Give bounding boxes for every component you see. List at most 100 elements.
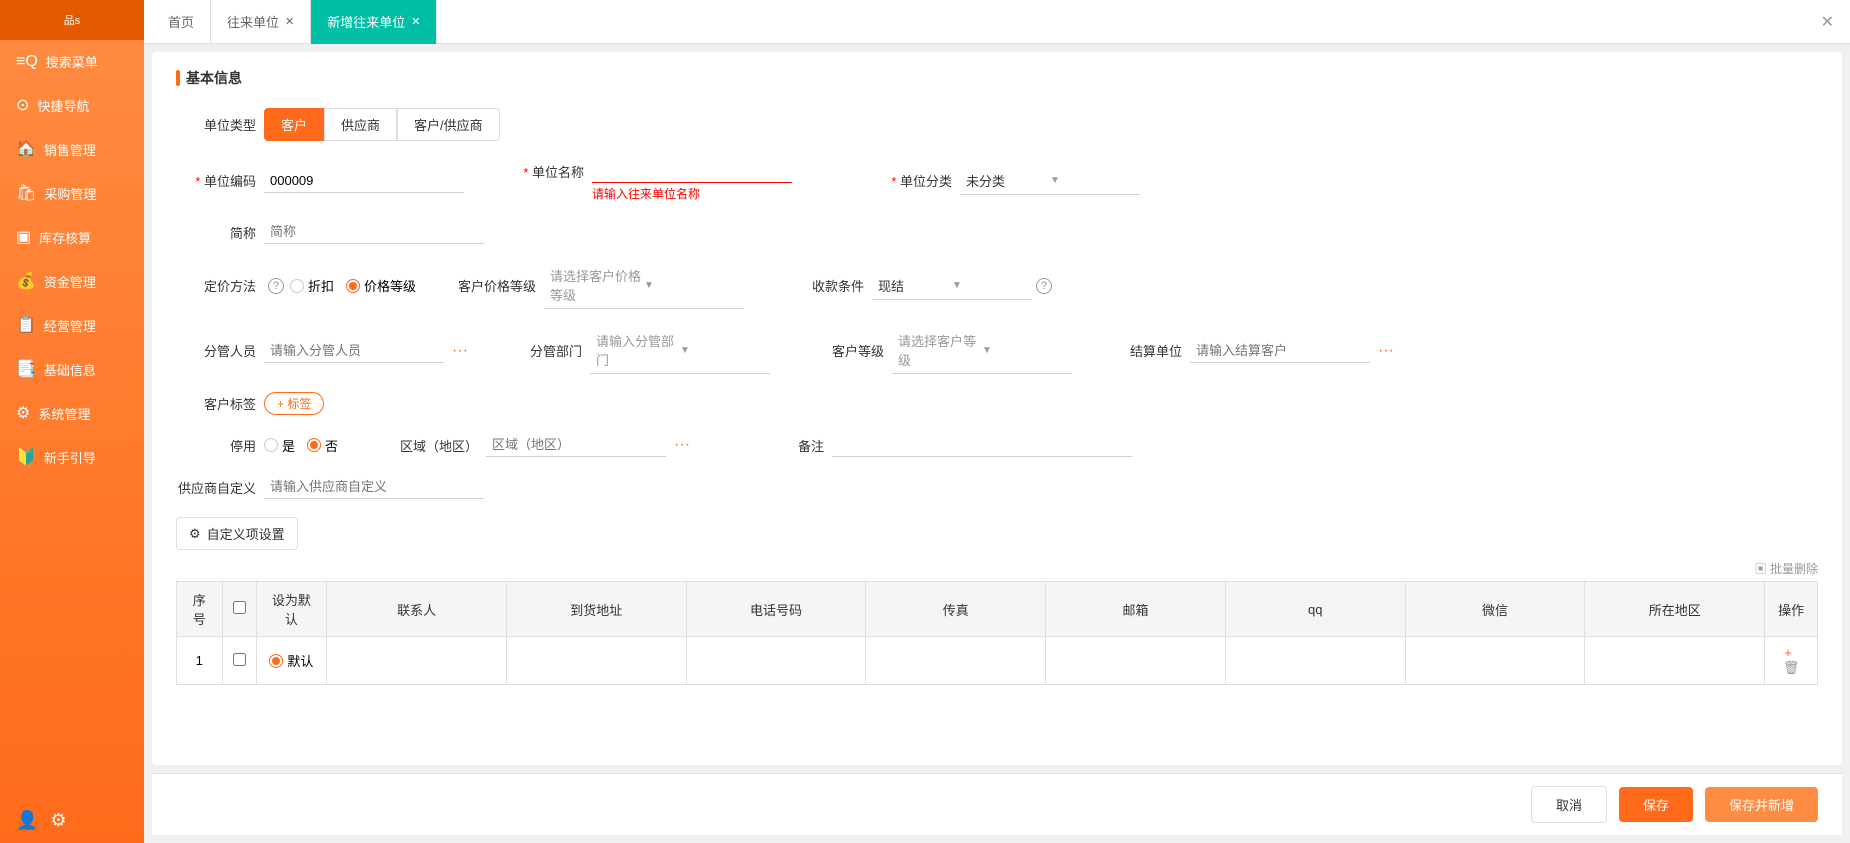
pricing-discount-radio[interactable] bbox=[290, 279, 304, 293]
pricing-level-option[interactable]: 价格等级 bbox=[346, 276, 416, 295]
row-region-input[interactable] bbox=[1595, 653, 1754, 668]
pricing-help-icon[interactable]: ? bbox=[268, 278, 284, 294]
row-qq[interactable] bbox=[1225, 637, 1405, 685]
sidebar-item-purchase[interactable]: 🛍 采购管理 bbox=[0, 171, 144, 215]
sidebar-settings-icon[interactable]: ⚙ bbox=[50, 810, 66, 831]
tab-new-trade-unit-close[interactable]: ✕ bbox=[411, 15, 420, 28]
col-contact: 联系人 bbox=[327, 582, 507, 637]
batch-delete-label[interactable]: 批量删除 bbox=[1770, 562, 1818, 576]
default-radio[interactable] bbox=[269, 654, 283, 668]
payment-terms-value: 现结 bbox=[878, 276, 952, 295]
section-basic-info: 基本信息 bbox=[176, 68, 1818, 88]
region-more-btn[interactable]: ··· bbox=[670, 436, 694, 454]
customer-price-level-select[interactable]: 请选择客户价格等级 ▼ bbox=[544, 262, 744, 309]
table-row: 1 默认 bbox=[177, 637, 1818, 685]
sidebar-logo: 品s bbox=[0, 0, 144, 40]
row-address[interactable] bbox=[506, 637, 686, 685]
unit-type-row: 单位类型 客户 供应商 客户/供应商 bbox=[176, 108, 1818, 141]
tab-new-trade-unit[interactable]: 新增往来单位 ✕ bbox=[311, 0, 437, 44]
email-input[interactable] bbox=[1056, 653, 1215, 668]
unit-category-label: 单位分类 bbox=[872, 171, 952, 190]
row-add-icon[interactable]: + bbox=[1784, 645, 1792, 660]
select-all-checkbox[interactable] bbox=[233, 601, 246, 614]
add-tag-button[interactable]: + 标签 bbox=[264, 392, 324, 415]
row-email[interactable] bbox=[1046, 637, 1226, 685]
qq-input[interactable] bbox=[1236, 653, 1395, 668]
section-title-text: 基本信息 bbox=[186, 68, 242, 88]
customer-price-level-label: 客户价格等级 bbox=[456, 276, 536, 295]
contact-input[interactable] bbox=[337, 653, 496, 668]
col-wechat: 微信 bbox=[1405, 582, 1585, 637]
unit-name-input[interactable] bbox=[592, 159, 792, 183]
row-checkbox[interactable] bbox=[233, 653, 246, 666]
unit-category-select[interactable]: 未分类 ▼ bbox=[960, 167, 1140, 195]
manager-more-btn[interactable]: ··· bbox=[448, 342, 472, 360]
tab-trade-units-close[interactable]: ✕ bbox=[285, 15, 294, 28]
col-qq: qq bbox=[1225, 582, 1405, 637]
sidebar-item-base-info[interactable]: 📑 基础信息 bbox=[0, 347, 144, 391]
sidebar-item-search[interactable]: ≡Q 搜索菜单 bbox=[0, 40, 144, 83]
save-new-button[interactable]: 保存并新增 bbox=[1705, 787, 1818, 822]
row-wechat[interactable] bbox=[1405, 637, 1585, 685]
region-input[interactable] bbox=[486, 433, 666, 457]
fax-input[interactable] bbox=[876, 653, 1035, 668]
main-area: 首页 往来单位 ✕ 新增往来单位 ✕ ✕ 基本信息 单位类型 客户 供应商 客户… bbox=[144, 0, 1850, 843]
tab-trade-units-label: 往来单位 bbox=[227, 12, 279, 31]
payment-help-icon[interactable]: ? bbox=[1036, 278, 1052, 294]
department-select[interactable]: 请输入分管部门 ▼ bbox=[590, 327, 770, 374]
unit-code-input[interactable] bbox=[264, 169, 464, 193]
wechat-input[interactable] bbox=[1416, 653, 1575, 668]
col-default: 设为默认 bbox=[256, 582, 327, 637]
disable-no-option[interactable]: 否 bbox=[307, 436, 338, 455]
type-btn-customer[interactable]: 客户 bbox=[264, 108, 324, 141]
save-button[interactable]: 保存 bbox=[1619, 787, 1693, 822]
default-label: 默认 bbox=[287, 651, 313, 670]
address-input[interactable] bbox=[517, 653, 676, 668]
supplier-custom-row: 供应商自定义 bbox=[176, 475, 1818, 499]
tab-trade-units[interactable]: 往来单位 ✕ bbox=[211, 0, 311, 44]
sidebar-user-icon[interactable]: 👤 bbox=[16, 810, 38, 831]
sidebar-item-quick-nav[interactable]: ⊙ 快捷导航 bbox=[0, 83, 144, 127]
settlement-unit-input[interactable] bbox=[1190, 339, 1370, 363]
type-btn-both[interactable]: 客户/供应商 bbox=[397, 108, 500, 141]
default-radio-item[interactable]: 默认 bbox=[267, 651, 317, 670]
row-delete-icon[interactable]: 🗑 bbox=[1783, 660, 1800, 675]
payment-terms-select[interactable]: 现结 ▼ bbox=[872, 272, 1032, 300]
type-btn-supplier[interactable]: 供应商 bbox=[324, 108, 397, 141]
page-content: 基本信息 单位类型 客户 供应商 客户/供应商 单位编码 单位名称 bbox=[152, 52, 1842, 765]
row-fax[interactable] bbox=[866, 637, 1046, 685]
short-name-input[interactable] bbox=[264, 220, 484, 244]
pricing-discount-option[interactable]: 折扣 bbox=[290, 276, 334, 295]
custom-settings-button[interactable]: ⚙ 自定义项设置 bbox=[176, 517, 298, 550]
payment-terms-label: 收款条件 bbox=[784, 276, 864, 295]
row-contact[interactable] bbox=[327, 637, 507, 685]
close-all-tabs[interactable]: ✕ bbox=[1821, 12, 1834, 32]
quick-nav-icon: ⊙ bbox=[16, 95, 29, 115]
sidebar-item-operations[interactable]: 📋 经营管理 bbox=[0, 303, 144, 347]
disable-yes-option[interactable]: 是 bbox=[264, 436, 295, 455]
custom-settings-label: 自定义项设置 bbox=[207, 524, 285, 543]
remark-input[interactable] bbox=[832, 433, 1132, 457]
supplier-custom-input[interactable] bbox=[264, 475, 484, 499]
cancel-button[interactable]: 取消 bbox=[1531, 786, 1607, 823]
manager-input[interactable] bbox=[264, 339, 444, 363]
sidebar-item-sales[interactable]: 🏠 销售管理 bbox=[0, 127, 144, 171]
sidebar-item-finance[interactable]: 💰 资金管理 bbox=[0, 259, 144, 303]
phone-input[interactable] bbox=[697, 653, 856, 668]
sidebar-item-inventory[interactable]: ▣ 库存核算 bbox=[0, 215, 144, 259]
sidebar-item-label: 新手引导 bbox=[44, 448, 96, 467]
row-check bbox=[222, 637, 256, 685]
customer-level-select[interactable]: 请选择客户等级 ▼ bbox=[892, 327, 1072, 374]
sidebar-item-label: 快捷导航 bbox=[37, 96, 89, 115]
disable-no-radio[interactable] bbox=[307, 438, 321, 452]
sidebar-item-sys-mgmt[interactable]: ⚙ 系统管理 bbox=[0, 391, 144, 435]
disable-yes-radio[interactable] bbox=[264, 438, 278, 452]
sidebar-item-tutorial[interactable]: 🔰 新手引导 bbox=[0, 435, 144, 479]
pricing-level-radio[interactable] bbox=[346, 279, 360, 293]
region-label: 区域（地区） bbox=[398, 436, 478, 455]
row-region[interactable] bbox=[1585, 637, 1765, 685]
row-phone[interactable] bbox=[686, 637, 866, 685]
tab-home[interactable]: 首页 bbox=[152, 0, 211, 44]
settlement-more-btn[interactable]: ··· bbox=[1374, 342, 1398, 360]
settlement-unit-label: 结算单位 bbox=[1102, 341, 1182, 360]
